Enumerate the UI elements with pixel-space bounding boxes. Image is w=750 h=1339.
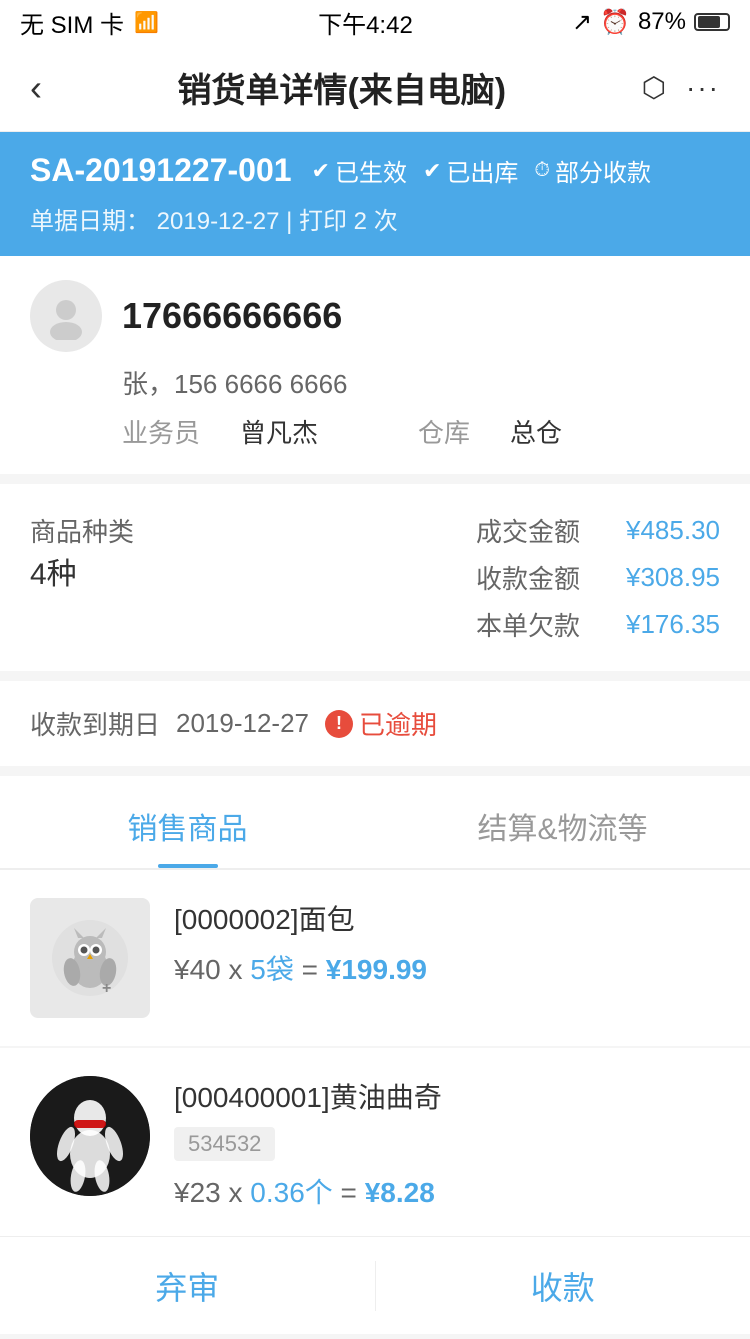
tabs-row: 销售商品 结算&物流等	[0, 776, 750, 869]
status-badges: ✔ 已生效 ✔ 已出库 ⏱ 部分收款	[312, 153, 651, 188]
product-info-1: [0000002]面包 ¥40 x 5袋 = ¥199.99	[174, 898, 720, 988]
status-right: ↗ ⏰ 87%	[572, 8, 730, 37]
summary-right: 成交金额 ¥485.30 收款金额 ¥308.95 本单欠款 ¥176.35	[476, 512, 720, 643]
warehouse-value: 总仓	[510, 413, 562, 450]
battery-indicator	[694, 13, 730, 31]
product-qty-1: 5袋	[250, 954, 294, 985]
sales-value: 曾凡杰	[240, 413, 318, 450]
due-date: 2019-12-27	[176, 708, 309, 739]
status-effective-text: 已生效	[335, 153, 407, 188]
amount-label: 成交金额	[476, 512, 580, 549]
overdue-badge: ! 已逾期	[325, 705, 437, 742]
tab-underline	[158, 864, 218, 868]
svg-text:+: +	[102, 980, 111, 997]
list-item: [000400001]黄油曲奇 534532 ¥23 x 0.36个 = ¥8.…	[0, 1048, 750, 1239]
nav-bar: ‹ 销货单详情(来自电脑) ⬡ ···	[0, 44, 750, 132]
order-number: SA-20191227-001	[30, 152, 292, 189]
status-badge-effective: ✔ 已生效	[312, 153, 407, 188]
header-row1: SA-20191227-001 ✔ 已生效 ✔ 已出库 ⏱ 部分收款	[30, 152, 720, 189]
customer-name: 17666666666	[122, 295, 342, 337]
nav-actions: ⬡ ···	[642, 71, 720, 104]
received-value: ¥308.95	[600, 562, 720, 593]
product-thumbnail-2	[30, 1076, 150, 1196]
owed-row: 本单欠款 ¥176.35	[476, 606, 720, 643]
customer-detail: 张，156 6666 6666	[122, 364, 720, 401]
product-type-label: 商品种类	[30, 512, 134, 549]
status-time: 下午4:42	[318, 5, 413, 40]
amount-value: ¥485.30	[600, 515, 720, 546]
due-label: 收款到期日	[30, 705, 160, 742]
owed-label: 本单欠款	[476, 606, 580, 643]
order-date: 2019-12-27	[157, 208, 280, 235]
received-label: 收款金额	[476, 559, 580, 596]
product-thumbnail-1: +	[30, 898, 150, 1018]
share-button[interactable]: ⬡	[642, 71, 666, 104]
header-date-row: 单据日期： 2019-12-27 | 打印 2 次	[30, 201, 720, 236]
alarm-icon: ⏰	[600, 8, 630, 37]
status-shipped-text: 已出库	[446, 153, 518, 188]
status-bar: 无 SIM 卡 📶 下午4:42 ↗ ⏰ 87%	[0, 0, 750, 44]
clock-icon: ⏱	[534, 159, 550, 182]
print-info: | 打印 2 次	[286, 208, 398, 235]
wifi-icon: 📶	[134, 10, 159, 35]
list-item: + [0000002]面包 ¥40 x 5袋 = ¥199.99	[0, 870, 750, 1046]
product-total-1: ¥199.99	[326, 954, 427, 985]
customer-section: 17666666666 张，156 6666 6666 业务员 曾凡杰 仓库 总…	[0, 256, 750, 474]
date-label: 单据日期：	[30, 208, 150, 235]
avatar	[30, 280, 102, 352]
battery-text: 87%	[638, 8, 686, 36]
header-banner: SA-20191227-001 ✔ 已生效 ✔ 已出库 ⏱ 部分收款 单据日期：…	[0, 132, 750, 256]
status-badge-shipped: ✔ 已出库	[423, 153, 518, 188]
check-icon-2: ✔	[423, 158, 441, 184]
overdue-icon: !	[325, 710, 353, 738]
received-row: 收款金额 ¥308.95	[476, 559, 720, 596]
more-button[interactable]: ···	[686, 72, 720, 104]
page-title: 销货单详情(来自电脑)	[177, 63, 506, 112]
amount-row: 成交金额 ¥485.30	[476, 512, 720, 549]
tab-sales-label: 销售商品	[128, 813, 248, 846]
customer-meta: 业务员 曾凡杰 仓库 总仓	[122, 413, 720, 450]
carrier-text: 无 SIM 卡	[20, 5, 124, 40]
status-partial-text: 部分收款	[555, 153, 651, 188]
tab-settlement-label: 结算&物流等	[477, 813, 647, 846]
location-icon: ↗	[572, 8, 592, 37]
product-total-2: ¥8.28	[365, 1177, 435, 1208]
product-qty-2: 0.36个	[250, 1177, 333, 1208]
tab-settlement[interactable]: 结算&物流等	[375, 776, 750, 868]
product-price-1: ¥40 x 5袋 = ¥199.99	[174, 948, 720, 988]
due-section: 收款到期日 2019-12-27 ! 已逾期	[0, 681, 750, 766]
bottom-bar: 弃审 收款	[0, 1236, 750, 1334]
tabs-section[interactable]: 销售商品 结算&物流等	[0, 776, 750, 870]
product-name-2: [000400001]黄油曲奇	[174, 1076, 720, 1116]
abandon-review-button[interactable]: 弃审	[0, 1237, 375, 1334]
customer-row: 17666666666	[30, 280, 720, 352]
product-batch-2: 534532	[174, 1127, 275, 1161]
check-icon-1: ✔	[312, 158, 330, 184]
status-left: 无 SIM 卡 📶	[20, 5, 159, 40]
product-price-2: ¥23 x 0.36个 = ¥8.28	[174, 1171, 720, 1211]
status-badge-partial: ⏱ 部分收款	[534, 153, 651, 188]
sales-label: 业务员	[122, 413, 200, 450]
tab-sales-products[interactable]: 销售商品	[0, 776, 375, 868]
summary-left: 商品种类 4种	[30, 512, 134, 593]
collect-payment-button[interactable]: 收款	[376, 1237, 750, 1334]
overdue-text: 已逾期	[359, 705, 437, 742]
product-type-value: 4种	[30, 549, 134, 593]
product-name-1: [0000002]面包	[174, 898, 720, 938]
product-info-2: [000400001]黄油曲奇 534532 ¥23 x 0.36个 = ¥8.…	[174, 1076, 720, 1211]
summary-section: 商品种类 4种 成交金额 ¥485.30 收款金额 ¥308.95 本单欠款 ¥…	[0, 484, 750, 671]
owed-value: ¥176.35	[600, 609, 720, 640]
warehouse-label: 仓库	[418, 413, 470, 450]
back-button[interactable]: ‹	[30, 67, 42, 109]
